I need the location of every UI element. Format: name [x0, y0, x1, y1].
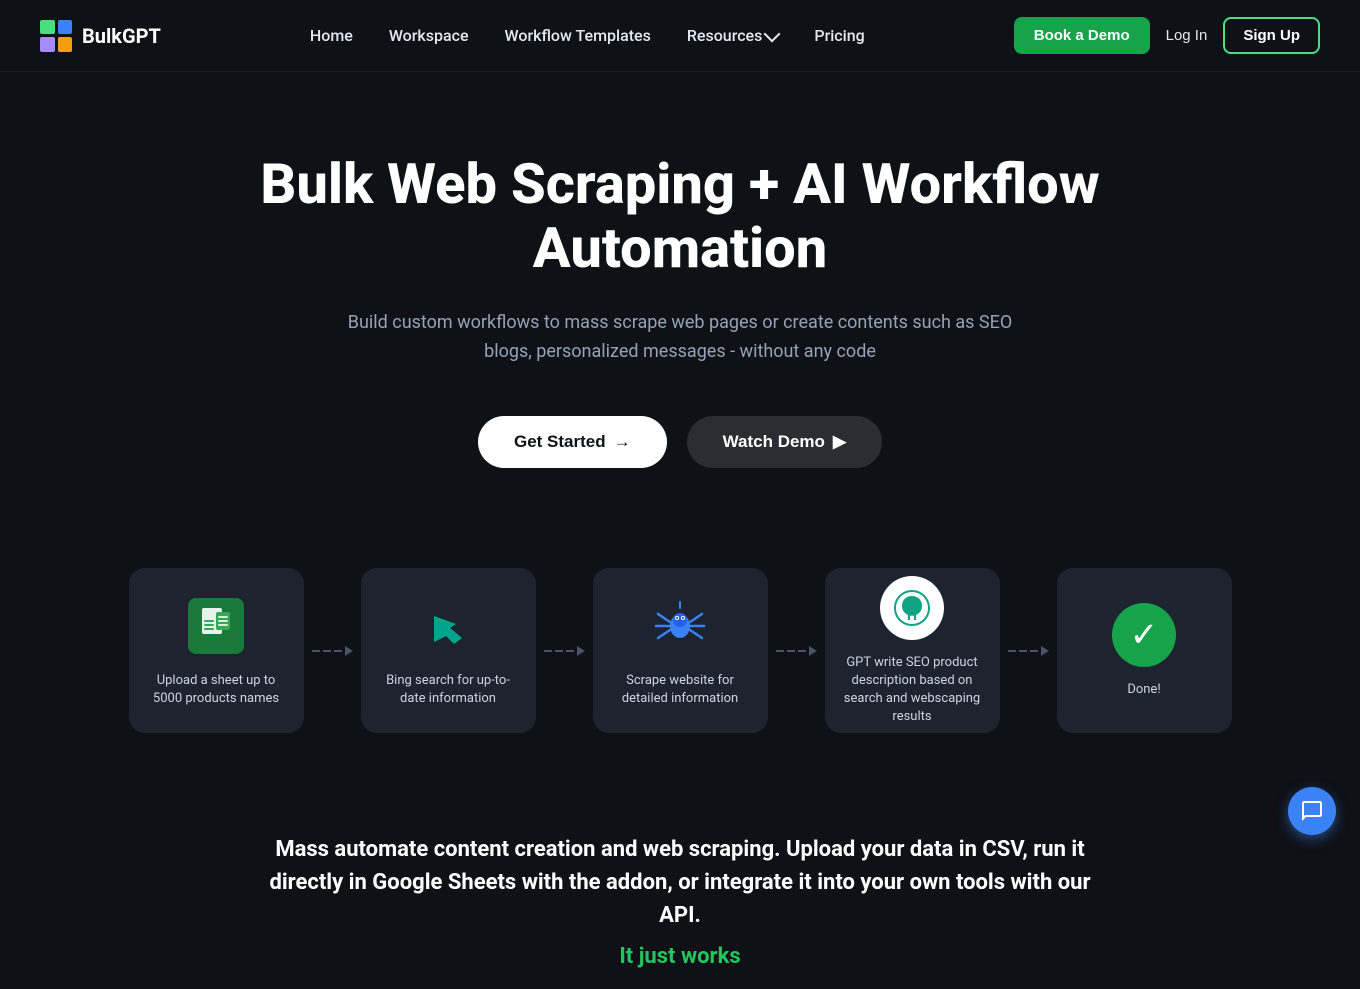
step-bing-label: Bing search for up-to-date information	[375, 672, 522, 708]
bing-icon	[416, 594, 480, 658]
arrow-right-icon: →	[614, 432, 631, 452]
nav-actions: Book a Demo Log In Sign Up	[1014, 17, 1320, 54]
step-arrow-2	[544, 646, 585, 656]
google-sheets-icon	[184, 594, 248, 658]
step-gpt-write: GPT write SEO product description based …	[825, 568, 1000, 733]
step-arrow-4	[1008, 646, 1049, 656]
get-started-button[interactable]: Get Started →	[478, 416, 667, 468]
dashed-arrow-2-icon	[544, 646, 585, 656]
watch-demo-button[interactable]: Watch Demo ▶	[687, 416, 882, 468]
step-scrape-label: Scrape website for detailed information	[607, 672, 754, 708]
nav-item-workspace[interactable]: Workspace	[389, 26, 469, 45]
step-bing-search: Bing search for up-to-date information	[361, 568, 536, 733]
play-icon: ▶	[833, 432, 846, 452]
nav-link-resources[interactable]: Resources	[687, 26, 779, 45]
it-just-works-tagline: It just works	[40, 944, 1320, 969]
nav-link-home[interactable]: Home	[310, 26, 353, 45]
step-done-label: Done!	[1127, 681, 1160, 699]
step-upload-sheet-label: Upload a sheet up to 5000 products names	[143, 672, 290, 708]
step-gpt-label: GPT write SEO product description based …	[839, 654, 986, 727]
nav-link-workspace[interactable]: Workspace	[389, 26, 469, 45]
chat-bubble-icon	[1300, 799, 1324, 823]
chevron-down-icon	[764, 25, 781, 42]
dashed-arrow-icon	[312, 646, 353, 656]
step-scrape-website: Scrape website for detailed information	[593, 568, 768, 733]
openai-icon	[880, 576, 944, 640]
spider-icon	[648, 594, 712, 658]
checkmark-symbol: ✓	[1130, 618, 1159, 652]
login-button[interactable]: Log In	[1166, 27, 1208, 44]
hero-subtitle: Build custom workflows to mass scrape we…	[340, 309, 1020, 367]
logo-text: BulkGPT	[82, 24, 161, 48]
nav-item-pricing[interactable]: Pricing	[814, 26, 864, 45]
dashed-arrow-4-icon	[1008, 646, 1049, 656]
step-arrow-1	[312, 646, 353, 656]
step-done: ✓ Done!	[1057, 568, 1232, 733]
nav-item-workflow-templates[interactable]: Workflow Templates	[505, 26, 651, 45]
hero-title: Bulk Web Scraping + AI Workflow Automati…	[230, 152, 1130, 281]
done-checkmark-icon: ✓	[1112, 603, 1176, 667]
nav-item-resources[interactable]: Resources	[687, 26, 779, 45]
dashed-arrow-3-icon	[776, 646, 817, 656]
chat-bubble-button[interactable]	[1288, 787, 1336, 835]
bottom-cta-text: Mass automate content creation and web s…	[260, 833, 1100, 932]
hero-section: Bulk Web Scraping + AI Workflow Automati…	[0, 72, 1360, 568]
book-demo-button[interactable]: Book a Demo	[1014, 17, 1150, 54]
nav-links: Home Workspace Workflow Templates Resour…	[310, 26, 865, 45]
navbar: BulkGPT Home Workspace Workflow Template…	[0, 0, 1360, 72]
signup-button[interactable]: Sign Up	[1223, 17, 1320, 54]
logo-icon	[40, 20, 72, 52]
nav-item-home[interactable]: Home	[310, 26, 353, 45]
logo[interactable]: BulkGPT	[40, 20, 161, 52]
hero-buttons: Get Started → Watch Demo ▶	[40, 416, 1320, 468]
step-upload-sheet: Upload a sheet up to 5000 products names	[129, 568, 304, 733]
nav-link-workflow-templates[interactable]: Workflow Templates	[505, 26, 651, 45]
workflow-steps: Upload a sheet up to 5000 products names…	[0, 568, 1360, 793]
bottom-cta-section: Mass automate content creation and web s…	[0, 793, 1360, 989]
nav-link-pricing[interactable]: Pricing	[814, 26, 864, 45]
step-arrow-3	[776, 646, 817, 656]
